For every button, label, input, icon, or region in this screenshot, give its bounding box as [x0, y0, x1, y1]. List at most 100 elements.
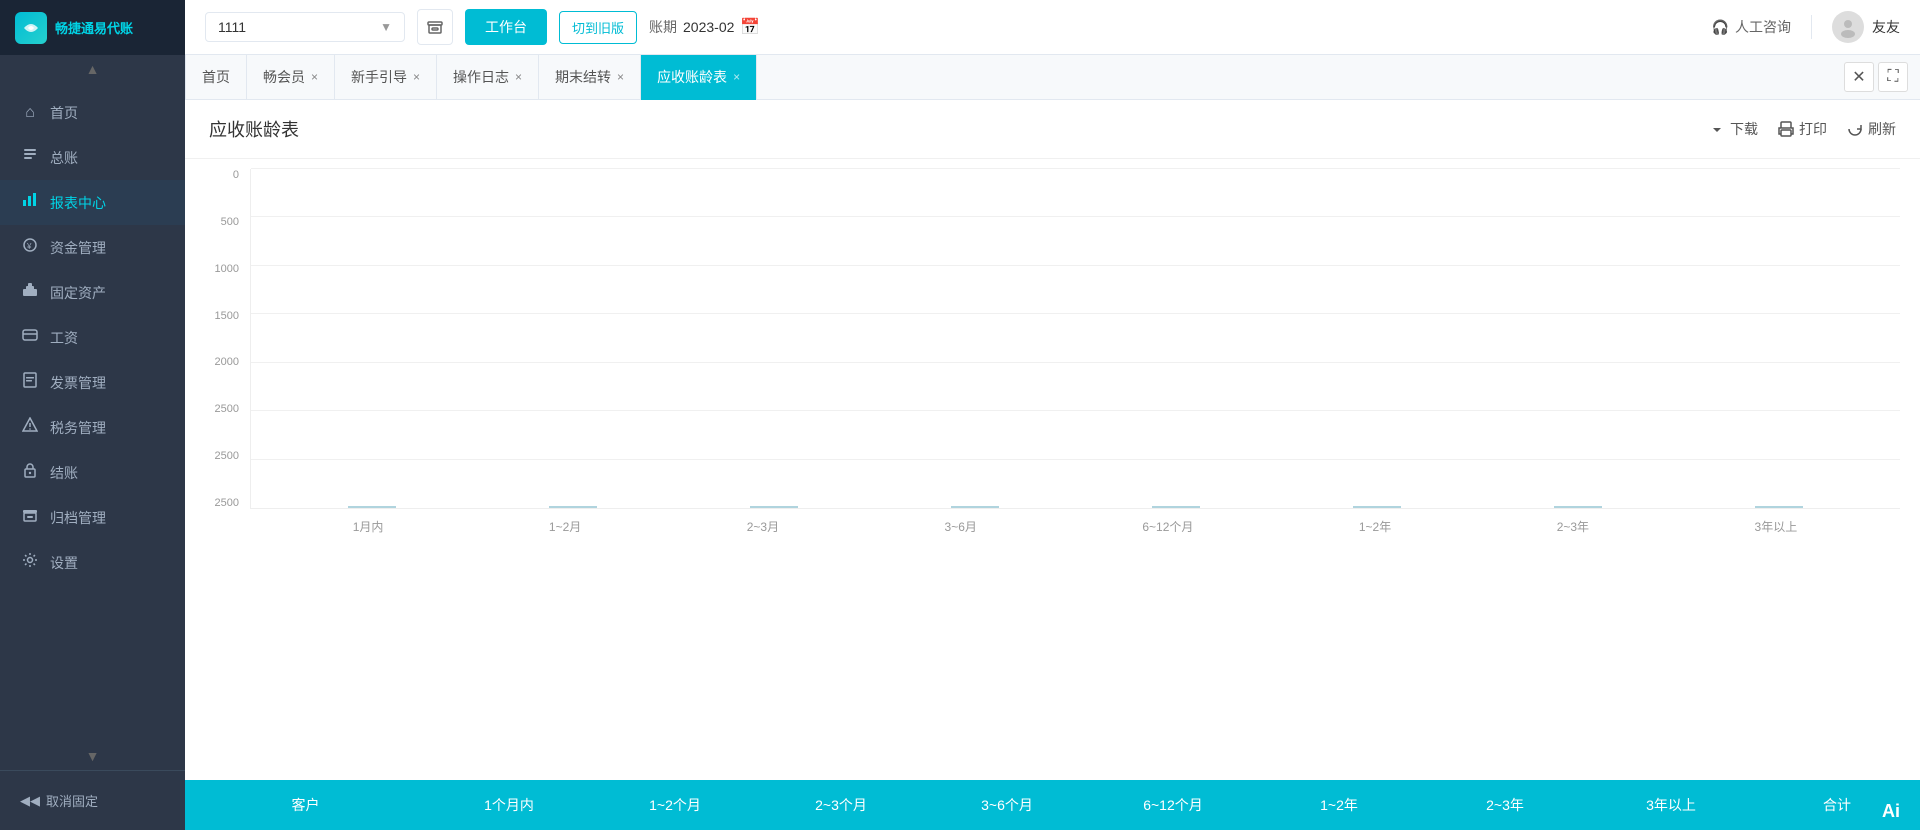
- sidebar-logo: 畅捷通易代账: [0, 0, 185, 55]
- y-label-2000: 2000: [205, 356, 245, 368]
- sidebar-item-ledger-label: 总账: [50, 148, 78, 168]
- close-tab-btn[interactable]: ✕: [1844, 62, 1874, 92]
- invoice-icon: [20, 372, 40, 393]
- bar-group-1month: [348, 506, 396, 508]
- tab-member[interactable]: 畅会员 ×: [247, 55, 335, 100]
- tab-guide[interactable]: 新手引导 ×: [335, 55, 437, 100]
- sidebar-item-settings[interactable]: 设置: [0, 540, 185, 585]
- bar-2-3month: [750, 506, 798, 508]
- archive-icon: [20, 507, 40, 528]
- y-label-500: 500: [205, 216, 245, 228]
- print-icon: [1778, 121, 1794, 137]
- x-label-6-12month: 6~12个月: [1142, 514, 1193, 539]
- ai-badge[interactable]: Ai: [1862, 793, 1920, 830]
- archive-btn[interactable]: [417, 9, 453, 45]
- company-name: 1111: [218, 19, 372, 35]
- user-name: 友友: [1872, 17, 1900, 37]
- th-2-3year: 2~3年: [1422, 795, 1588, 815]
- chart-container: 2500 2500 2500 2000 1500 1000 500 0: [205, 169, 1900, 539]
- period-info: 账期 2023-02 📅: [649, 17, 760, 37]
- sidebar-item-tax[interactable]: 税务管理: [0, 405, 185, 450]
- th-customer: 客户: [185, 795, 426, 815]
- sidebar-item-payroll[interactable]: 工资: [0, 315, 185, 360]
- tab-log[interactable]: 操作日志 ×: [437, 55, 539, 100]
- y-label-2500-mid1: 2500: [205, 403, 245, 415]
- content-header: 应收账龄表 下载 打印 刷新: [185, 100, 1920, 159]
- th-1month: 1个月内: [426, 795, 592, 815]
- x-label-3-6month: 3~6月: [945, 514, 977, 539]
- refresh-btn[interactable]: 刷新: [1847, 119, 1896, 139]
- tab-member-close[interactable]: ×: [311, 70, 318, 84]
- tab-period-end[interactable]: 期末结转 ×: [539, 55, 641, 100]
- ledger-icon: [20, 147, 40, 168]
- sidebar-item-ledger[interactable]: 总账: [0, 135, 185, 180]
- chart-y-axis: 2500 2500 2500 2000 1500 1000 500 0: [205, 169, 245, 509]
- user-info[interactable]: 友友: [1832, 11, 1900, 43]
- sidebar-item-payroll-label: 工资: [50, 328, 78, 348]
- sidebar-item-assets-label: 固定资产: [50, 283, 106, 303]
- th-1-2month: 1~2个月: [592, 795, 758, 815]
- cancel-fixed-label: 取消固定: [46, 791, 98, 810]
- user-avatar: [1832, 11, 1864, 43]
- chart-area: 2500 2500 2500 2000 1500 1000 500 0: [185, 159, 1920, 780]
- y-label-1000: 1000: [205, 263, 245, 275]
- bar-3-6month: [951, 506, 999, 508]
- tab-period-end-close[interactable]: ×: [617, 70, 624, 84]
- tab-aging-close[interactable]: ×: [733, 70, 740, 84]
- sidebar-item-report[interactable]: 报表中心: [0, 180, 185, 225]
- scroll-down-arrow[interactable]: ▼: [78, 746, 108, 766]
- scroll-up-arrow[interactable]: ▲: [78, 59, 108, 79]
- x-label-1month: 1月内: [353, 514, 384, 539]
- x-labels: 1月内 1~2月 2~3月 3~6月 6~12个月 1~2年 2~3年 3年以上: [250, 514, 1900, 539]
- tab-home[interactable]: 首页: [185, 55, 247, 100]
- tab-aging-label: 应收账龄表: [657, 67, 727, 87]
- tab-aging[interactable]: 应收账龄表 ×: [641, 55, 757, 100]
- bar-group-3plus-year: [1755, 506, 1803, 508]
- divider: [1811, 15, 1812, 39]
- download-btn[interactable]: 下载: [1709, 119, 1758, 139]
- topbar-right: 🎧 人工咨询 友友: [1712, 11, 1900, 43]
- sidebar-item-funds[interactable]: ¥ 资金管理: [0, 225, 185, 270]
- sidebar-item-report-label: 报表中心: [50, 193, 106, 213]
- sidebar: 畅捷通易代账 ▲ ⌂ 首页 总账 报表中心 ¥ 资金管理: [0, 0, 185, 830]
- sidebar-item-tax-label: 税务管理: [50, 418, 106, 438]
- period-label: 账期: [649, 17, 677, 37]
- bar-group-2-3month: [750, 506, 798, 508]
- sidebar-item-archive[interactable]: 归档管理: [0, 495, 185, 540]
- tab-guide-label: 新手引导: [351, 67, 407, 87]
- consultation-btn[interactable]: 🎧 人工咨询: [1712, 17, 1791, 37]
- tab-log-close[interactable]: ×: [515, 70, 522, 84]
- bar-6-12month: [1152, 506, 1200, 508]
- logo-icon: [15, 12, 47, 44]
- workbench-button[interactable]: 工作台: [465, 9, 547, 45]
- maximize-tab-btn[interactable]: ⛶: [1878, 62, 1908, 92]
- tab-guide-close[interactable]: ×: [413, 70, 420, 84]
- tabs-bar: 首页 畅会员 × 新手引导 × 操作日志 × 期末结转 × 应收账龄表 × ✕ …: [185, 55, 1920, 100]
- chart-plot: [250, 169, 1900, 509]
- switch-version-button[interactable]: 切到旧版: [559, 11, 637, 44]
- closing-icon: [20, 462, 40, 483]
- company-selector[interactable]: 1111 ▼: [205, 12, 405, 42]
- cancel-fixed-btn[interactable]: ◀◀ 取消固定: [0, 781, 185, 820]
- sidebar-item-closing[interactable]: 结账: [0, 450, 185, 495]
- print-btn[interactable]: 打印: [1778, 119, 1827, 139]
- funds-icon: ¥: [20, 237, 40, 258]
- bar-1month: [348, 506, 396, 508]
- bar-1-2month: [549, 506, 597, 508]
- tabs-actions: ✕ ⛶: [1832, 62, 1920, 92]
- bar-group-3-6month: [951, 506, 999, 508]
- tab-period-end-label: 期末结转: [555, 67, 611, 87]
- sidebar-item-invoice[interactable]: 发票管理: [0, 360, 185, 405]
- consultation-label: 人工咨询: [1735, 17, 1791, 37]
- calendar-icon[interactable]: 📅: [740, 17, 760, 37]
- y-label-1500: 1500: [205, 310, 245, 322]
- tax-icon: [20, 417, 40, 438]
- th-6-12month: 6~12个月: [1090, 795, 1256, 815]
- y-label-2500-top: 2500: [205, 497, 245, 509]
- bar-group-1-2month: [549, 506, 597, 508]
- sidebar-item-home[interactable]: ⌂ 首页: [0, 91, 185, 135]
- ai-label: Ai: [1882, 801, 1900, 821]
- tab-member-label: 畅会员: [263, 67, 305, 87]
- sidebar-item-assets[interactable]: 固定资产: [0, 270, 185, 315]
- sidebar-item-settings-label: 设置: [50, 553, 78, 573]
